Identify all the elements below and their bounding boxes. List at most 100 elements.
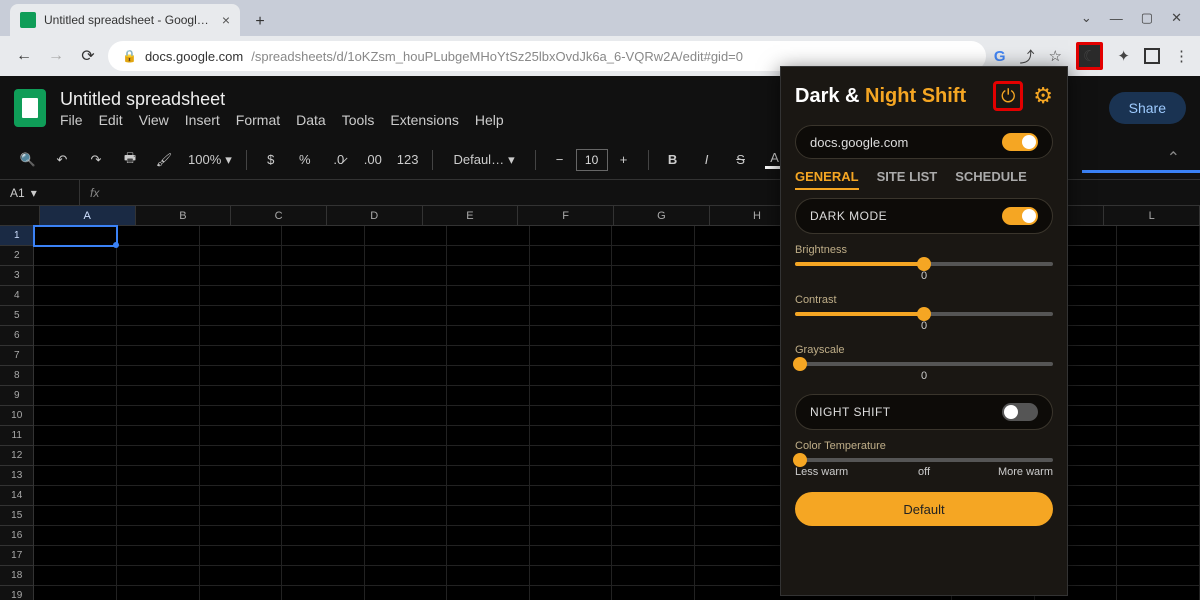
search-icon[interactable]: 🔍	[18, 152, 38, 168]
reload-button[interactable]: ⟳	[76, 44, 100, 68]
cell[interactable]	[1117, 566, 1200, 586]
cell[interactable]	[447, 406, 530, 426]
cell[interactable]	[612, 506, 695, 526]
tab-general[interactable]: GENERAL	[795, 169, 859, 190]
cell[interactable]	[365, 366, 448, 386]
cell[interactable]	[34, 426, 117, 446]
cell[interactable]	[612, 446, 695, 466]
row-header[interactable]: 13	[0, 466, 34, 486]
col-header-a[interactable]: A	[40, 206, 136, 226]
cell[interactable]	[1117, 506, 1200, 526]
cell[interactable]	[530, 546, 613, 566]
redo-icon[interactable]: ↷	[86, 152, 106, 168]
cell[interactable]	[1117, 346, 1200, 366]
cell[interactable]	[200, 306, 283, 326]
cell[interactable]	[200, 466, 283, 486]
cell[interactable]	[200, 246, 283, 266]
cell[interactable]	[612, 586, 695, 600]
cell[interactable]	[530, 526, 613, 546]
cell[interactable]	[530, 506, 613, 526]
cell[interactable]	[1117, 586, 1200, 600]
cell[interactable]	[447, 346, 530, 366]
cell[interactable]	[365, 526, 448, 546]
undo-icon[interactable]: ↶	[52, 152, 72, 168]
cell[interactable]	[365, 586, 448, 600]
col-header-e[interactable]: E	[423, 206, 519, 226]
row-header[interactable]: 6	[0, 326, 34, 346]
cell[interactable]	[447, 586, 530, 600]
cell[interactable]	[200, 326, 283, 346]
night-shift-extension-icon[interactable]: ☾	[1076, 42, 1103, 70]
cell[interactable]	[34, 386, 117, 406]
cell[interactable]	[1117, 306, 1200, 326]
cell[interactable]	[1117, 386, 1200, 406]
cell[interactable]	[117, 466, 200, 486]
cell[interactable]	[282, 266, 365, 286]
cell[interactable]	[447, 246, 530, 266]
cell[interactable]	[200, 426, 283, 446]
cell[interactable]	[282, 366, 365, 386]
cell[interactable]	[530, 366, 613, 386]
cell[interactable]	[117, 386, 200, 406]
google-icon[interactable]: G	[994, 48, 1006, 65]
cell[interactable]	[447, 286, 530, 306]
cell[interactable]	[200, 386, 283, 406]
menu-help[interactable]: Help	[475, 112, 504, 128]
cell[interactable]	[200, 486, 283, 506]
cell[interactable]	[117, 586, 200, 600]
cell[interactable]	[200, 366, 283, 386]
cell[interactable]	[117, 246, 200, 266]
close-window-icon[interactable]: ✕	[1171, 10, 1182, 26]
cell[interactable]	[447, 386, 530, 406]
browser-tab[interactable]: Untitled spreadsheet - Google Sh ×	[10, 4, 240, 36]
col-header-d[interactable]: D	[327, 206, 423, 226]
row-header[interactable]: 3	[0, 266, 34, 286]
cell[interactable]	[365, 566, 448, 586]
back-button[interactable]: ←	[12, 44, 36, 68]
cell[interactable]	[34, 406, 117, 426]
cell[interactable]	[282, 546, 365, 566]
cell[interactable]	[612, 466, 695, 486]
cell[interactable]	[365, 406, 448, 426]
cell[interactable]	[365, 386, 448, 406]
menu-tools[interactable]: Tools	[342, 112, 375, 128]
row-header[interactable]: 2	[0, 246, 34, 266]
slider-thumb[interactable]	[917, 257, 931, 271]
color-temp-slider[interactable]	[795, 458, 1053, 462]
row-header[interactable]: 1	[0, 226, 34, 246]
cell[interactable]	[447, 566, 530, 586]
new-tab-button[interactable]: +	[246, 8, 274, 36]
cell[interactable]	[447, 466, 530, 486]
cell[interactable]	[34, 306, 117, 326]
cell[interactable]	[530, 486, 613, 506]
cell[interactable]	[447, 326, 530, 346]
font-select[interactable]: Defaul… ▾	[447, 152, 520, 168]
cell[interactable]	[282, 246, 365, 266]
share-url-icon[interactable]: ⤴	[1020, 46, 1035, 67]
row-header[interactable]: 11	[0, 426, 34, 446]
cell[interactable]	[365, 246, 448, 266]
row-header[interactable]: 12	[0, 446, 34, 466]
cell[interactable]	[530, 426, 613, 446]
name-box[interactable]: A1 ▾	[0, 180, 80, 205]
chevron-down-icon[interactable]: ⌄	[1081, 10, 1092, 26]
tab-schedule[interactable]: SCHEDULE	[955, 169, 1027, 190]
cell[interactable]	[612, 286, 695, 306]
cell[interactable]	[365, 466, 448, 486]
row-header[interactable]: 9	[0, 386, 34, 406]
cell[interactable]	[612, 346, 695, 366]
maximize-icon[interactable]: ▢	[1141, 10, 1153, 26]
cell[interactable]	[530, 466, 613, 486]
cell[interactable]	[530, 286, 613, 306]
cell[interactable]	[34, 506, 117, 526]
cell[interactable]	[365, 426, 448, 446]
slider-thumb[interactable]	[917, 307, 931, 321]
slider-thumb[interactable]	[793, 357, 807, 371]
menu-view[interactable]: View	[139, 112, 169, 128]
cell[interactable]	[447, 546, 530, 566]
cell[interactable]	[365, 446, 448, 466]
more-formats-icon[interactable]: 123	[397, 152, 419, 167]
cell[interactable]	[365, 346, 448, 366]
cell[interactable]	[447, 526, 530, 546]
cell[interactable]	[612, 326, 695, 346]
